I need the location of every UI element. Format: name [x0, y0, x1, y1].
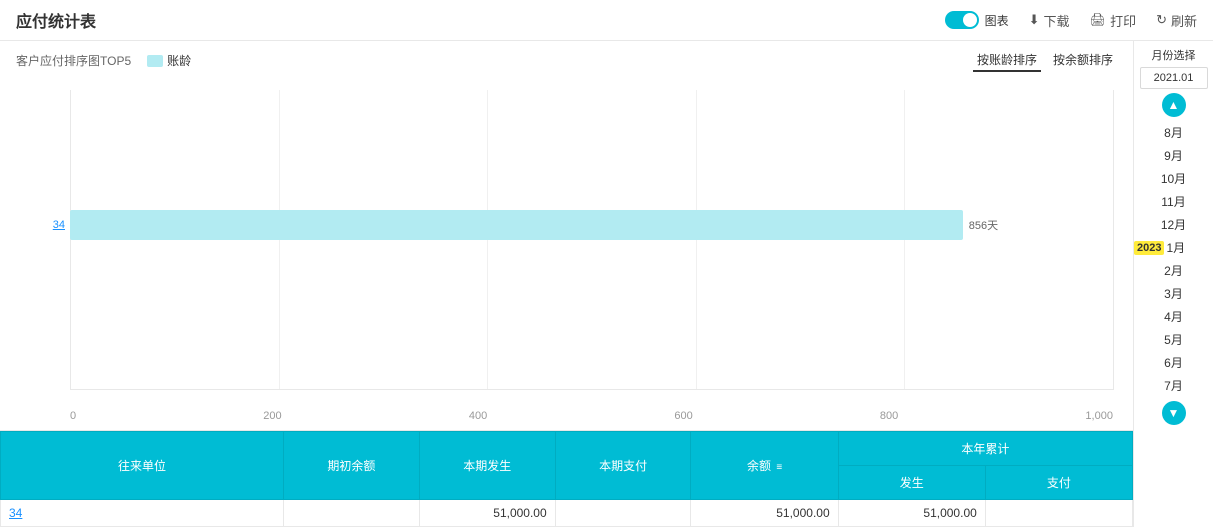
th-ytd-paid: 支付	[985, 466, 1132, 500]
sidebar: 月份选择 ▲ 8月 9月 10月 11月 12月 2023 1月 2月 3月 4…	[1133, 41, 1213, 527]
th-unit: 往来单位	[1, 432, 284, 500]
th-current-paid: 本期支付	[555, 432, 691, 500]
month-5[interactable]: 5月	[1134, 328, 1213, 351]
th-ytd-amount: 发生	[838, 466, 985, 500]
balance-icon: ≡	[776, 462, 782, 473]
x-axis: 0 200 400 600 800 1,000	[70, 410, 1113, 422]
refresh-button[interactable]: ↻ 刷新	[1156, 11, 1197, 30]
month-1[interactable]: 1月	[1166, 236, 1213, 259]
table-row: 34 51,000.00 51,000.00 51,000.00	[1, 500, 1133, 527]
download-icon: ⬇	[1029, 12, 1040, 28]
cell-ytd-amount: 51,000.00	[838, 500, 985, 527]
page-header: 应付统计表 图表 ⬇ 下载 🖨 打印 ↻ 刷新	[0, 0, 1213, 41]
unit-link[interactable]: 34	[9, 506, 22, 520]
month-4[interactable]: 4月	[1134, 305, 1213, 328]
x-tick-600: 600	[674, 410, 692, 422]
chart-header: 客户应付排序图TOP5 账龄 按账龄排序 按余额排序	[0, 41, 1133, 80]
print-label: 打印	[1110, 11, 1136, 30]
month-3[interactable]: 3月	[1134, 282, 1213, 305]
bar-34	[70, 210, 963, 240]
x-tick-1000: 1,000	[1085, 410, 1113, 422]
legend-label-aging: 账龄	[167, 52, 191, 69]
bar-row-label-34[interactable]: 34	[15, 210, 65, 240]
toggle-track[interactable]	[945, 11, 979, 29]
th-opening: 期初余额	[284, 432, 420, 500]
month-9[interactable]: 9月	[1134, 144, 1213, 167]
sidebar-title: 月份选择	[1152, 47, 1196, 63]
chart-toggle-label: 图表	[985, 12, 1009, 29]
th-balance: 余额 ≡	[691, 432, 838, 500]
year-badge: 2023	[1134, 241, 1164, 255]
month-7[interactable]: 7月	[1134, 374, 1213, 397]
x-tick-800: 800	[880, 410, 898, 422]
cell-opening	[284, 500, 420, 527]
x-tick-0: 0	[70, 410, 76, 422]
month-2[interactable]: 2月	[1134, 259, 1213, 282]
chart-section: 客户应付排序图TOP5 账龄 按账龄排序 按余额排序	[0, 41, 1133, 527]
print-icon: 🖨	[1090, 12, 1107, 28]
cell-current-paid	[555, 500, 691, 527]
toggle-thumb	[963, 13, 977, 27]
refresh-label: 刷新	[1171, 11, 1197, 30]
bar-end-label-34: 856天	[969, 210, 998, 240]
print-button[interactable]: 🖨 打印	[1090, 11, 1137, 30]
sort-by-aging[interactable]: 按账龄排序	[973, 49, 1041, 72]
chart-toggle[interactable]: 图表	[945, 11, 1009, 29]
header-actions: 图表 ⬇ 下载 🖨 打印 ↻ 刷新	[945, 11, 1197, 30]
refresh-icon: ↻	[1156, 12, 1167, 28]
th-current-amount: 本期发生	[419, 432, 555, 500]
sidebar-down-button[interactable]: ▼	[1162, 401, 1186, 425]
month-10[interactable]: 10月	[1134, 167, 1213, 190]
chart-body: 34 856天 0 200 400 600 800 1,000	[0, 80, 1133, 430]
page-title: 应付统计表	[16, 8, 96, 32]
cell-ytd-paid	[985, 500, 1132, 527]
sidebar-up-button[interactable]: ▲	[1162, 93, 1186, 117]
month-11[interactable]: 11月	[1134, 190, 1213, 213]
cell-unit: 34	[1, 500, 284, 527]
th-ytd: 本年累计	[838, 432, 1132, 466]
download-label: 下载	[1044, 11, 1070, 30]
cell-current-amount: 51,000.00	[419, 500, 555, 527]
table-section: 往来单位 期初余额 本期发生 本期支付 余额 ≡ 本年累计 发生	[0, 430, 1133, 527]
legend-item-aging: 账龄	[147, 52, 191, 69]
legend-color-box	[147, 55, 163, 67]
month-12[interactable]: 12月	[1134, 213, 1213, 236]
chart-legend: 客户应付排序图TOP5 账龄	[16, 52, 191, 69]
sidebar-date-input[interactable]	[1140, 67, 1208, 89]
download-button[interactable]: ⬇ 下载	[1029, 11, 1070, 30]
month-1-row: 2023 1月	[1134, 236, 1213, 259]
month-6[interactable]: 6月	[1134, 351, 1213, 374]
month-8[interactable]: 8月	[1134, 121, 1213, 144]
x-tick-400: 400	[469, 410, 487, 422]
sidebar-months: 8月 9月 10月 11月 12月 2023 1月 2月 3月 4月 5月 6月…	[1134, 121, 1213, 397]
x-tick-200: 200	[263, 410, 281, 422]
sort-by-balance[interactable]: 按余额排序	[1049, 49, 1117, 72]
cell-balance: 51,000.00	[691, 500, 838, 527]
chart-plot-area: 34 856天	[70, 90, 1113, 390]
chart-title: 客户应付排序图TOP5	[16, 52, 131, 69]
chart-sort: 按账龄排序 按余额排序	[973, 49, 1117, 72]
data-table: 往来单位 期初余额 本期发生 本期支付 余额 ≡ 本年累计 发生	[0, 431, 1133, 527]
main-content: 客户应付排序图TOP5 账龄 按账龄排序 按余额排序	[0, 41, 1213, 527]
